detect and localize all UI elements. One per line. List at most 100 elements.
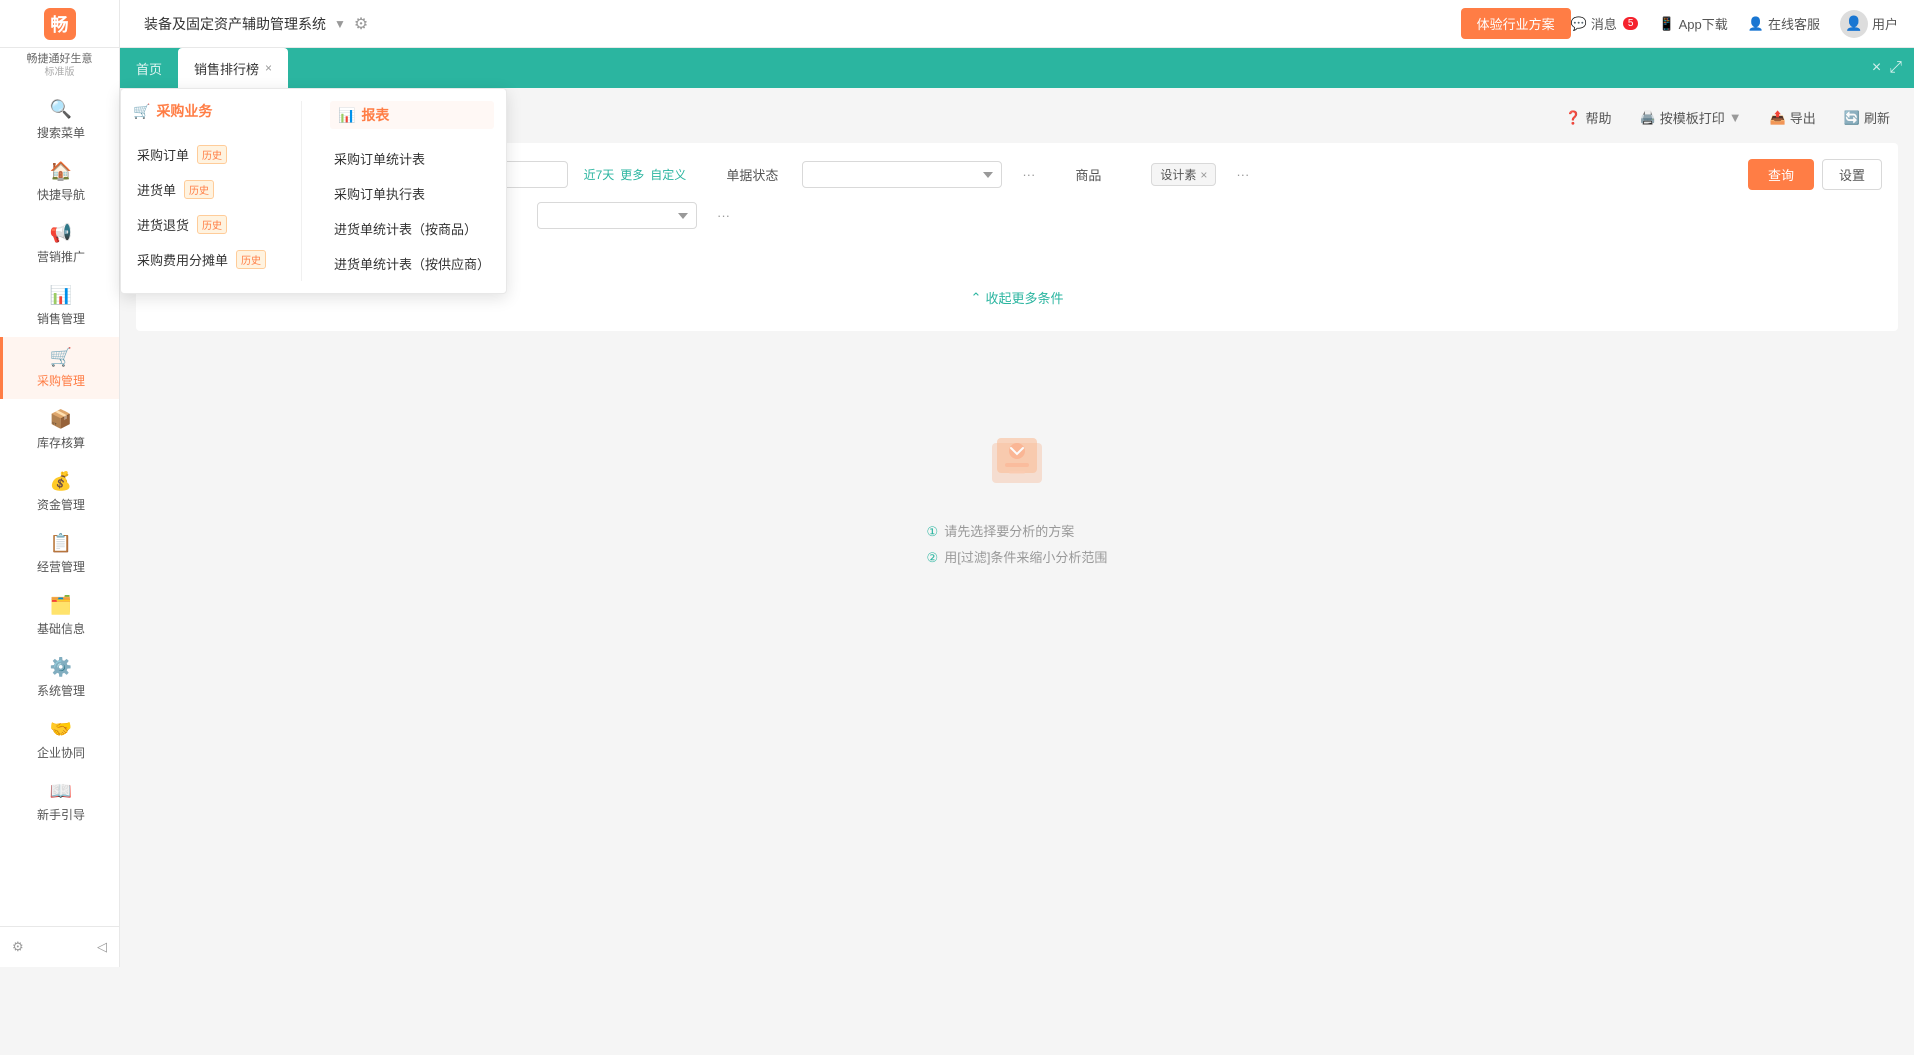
top-header: 装备及固定资产辅助管理系统 ▼ ⚙ 体验行业方案 💬 消息 5 📱 App下载 …	[120, 0, 1914, 48]
basic-icon: 🗂️	[50, 595, 72, 616]
status-filter-label: 单据状态	[726, 165, 786, 184]
header-app-download[interactable]: 📱 App下载	[1658, 14, 1727, 33]
goods-tag-close[interactable]: ×	[1200, 168, 1207, 182]
dropdown-report-col: 📊 报表 采购订单统计表 采购订单执行表 进货单统计表（按商品） 进货单统计表（…	[330, 101, 494, 281]
export-btn[interactable]: 📤 导出	[1762, 104, 1824, 131]
status-more-dots[interactable]: ···	[1022, 167, 1035, 182]
header-user[interactable]: 👤 用户	[1840, 10, 1898, 38]
sidebar: 畅 畅捷通好生意 标准版 🔍 搜索菜单 🏠 快捷导航 📢 营销推广 📊 销售管理…	[0, 0, 120, 967]
purchase-icon: 🛒	[50, 347, 72, 368]
export-icon: 📤	[1770, 110, 1786, 126]
logo-text: 畅捷通好生意 标准版	[0, 48, 119, 81]
col-divider	[301, 101, 302, 281]
dropdown-item-purchase-fee[interactable]: 采购费用分摊单 历史	[133, 242, 273, 277]
dropdown-menu: 🛒 采购业务 采购订单 历史 进货单 历史 进货退货 历史 采购费用分摊单 历史	[120, 88, 507, 294]
sidebar-item-enterprise[interactable]: 🤝 企业协同	[0, 709, 119, 771]
template-print-btn[interactable]: 🖨️ 按模板打印 ▼	[1632, 104, 1750, 131]
goods-more-dots[interactable]: ···	[1236, 167, 1249, 182]
sidebar-item-basic[interactable]: 🗂️ 基础信息	[0, 585, 119, 647]
sidebar-item-search[interactable]: 🔍 搜索菜单	[0, 89, 119, 151]
help-icon: ❓	[1565, 110, 1581, 126]
tab-sales-rank[interactable]: 销售排行榜 ×	[178, 48, 288, 88]
sidebar-item-sales[interactable]: 📊 销售管理	[0, 275, 119, 337]
phone-icon: 📱	[1658, 16, 1674, 32]
goods-tag: 设计素 ×	[1151, 163, 1216, 186]
tab-bar-actions: × ⤢	[1872, 59, 1914, 77]
purchase-col-icon: 🛒	[133, 103, 150, 120]
tab-close-all-icon[interactable]: ×	[1872, 59, 1881, 77]
sidebar-item-guide[interactable]: 📖 新手引导	[0, 771, 119, 833]
logo-area: 畅	[0, 0, 119, 48]
sidebar-item-finance[interactable]: 💰 资金管理	[0, 461, 119, 523]
header-right: 💬 消息 5 📱 App下载 👤 在线客服 👤 用户	[1571, 10, 1898, 38]
dropdown-item-purchase-order[interactable]: 采购订单 历史	[133, 137, 273, 172]
sidebar-bottom: ⚙ ◁	[0, 926, 119, 967]
shortcut-7days[interactable]: 近7天	[584, 166, 615, 183]
tab-expand-icon[interactable]: ⤢	[1889, 59, 1902, 77]
date-shortcuts: 近7天 更多 自定义	[584, 166, 687, 183]
marketing-icon: 📢	[50, 223, 72, 244]
sidebar-item-marketing[interactable]: 📢 营销推广	[0, 213, 119, 275]
service-icon: 👤	[1748, 16, 1764, 32]
logo-icon: 畅	[44, 8, 76, 40]
sidebar-item-system[interactable]: ⚙️ 系统管理	[0, 647, 119, 709]
dropdown-purchase-title: 🛒 采购业务	[133, 101, 273, 125]
inventory-icon: 📦	[50, 409, 72, 430]
history-tag-3: 历史	[236, 250, 266, 269]
history-tag-1: 历史	[184, 180, 214, 199]
system-title-text: 装备及固定资产辅助管理系统	[144, 14, 326, 34]
dropdown-item-purchase-order-exec[interactable]: 采购订单执行表	[330, 176, 494, 211]
system-icon: ⚙️	[50, 657, 72, 678]
print-icon: 🖨️	[1640, 110, 1656, 126]
system-settings-icon[interactable]: ⚙	[354, 14, 368, 34]
goods-filter-label: 商品	[1075, 165, 1135, 184]
sidebar-nav: 🔍 搜索菜单 🏠 快捷导航 📢 营销推广 📊 销售管理 🛒 采购管理 📦 库存核…	[0, 81, 119, 926]
settings-filter-btn[interactable]: 设置	[1822, 159, 1882, 190]
header-online-service[interactable]: 👤 在线客服	[1748, 14, 1820, 33]
home-icon: 🏠	[50, 161, 72, 182]
collapse-up-icon: ⌃	[971, 290, 982, 306]
history-tag-0: 历史	[197, 145, 227, 164]
guide-icon: 📖	[50, 781, 72, 802]
status-select[interactable]	[802, 161, 1002, 188]
sidebar-item-inventory[interactable]: 📦 库存核算	[0, 399, 119, 461]
finance-icon: 💰	[50, 471, 72, 492]
shortcut-more[interactable]: 更多	[620, 166, 644, 183]
system-dropdown-arrow[interactable]: ▼	[334, 17, 346, 31]
print-dropdown-icon: ▼	[1729, 110, 1742, 125]
history-tag-2: 历史	[197, 215, 227, 234]
collapse-sidebar-icon[interactable]: ◁	[97, 939, 107, 955]
industry-btn[interactable]: 体验行业方案	[1461, 8, 1571, 39]
dropdown-purchase-col: 🛒 采购业务 采购订单 历史 进货单 历史 进货退货 历史 采购费用分摊单 历史	[133, 101, 273, 281]
sales-icon: 📊	[50, 285, 72, 306]
report-col-icon: 📊	[338, 107, 355, 124]
tab-home[interactable]: 首页	[120, 48, 178, 88]
dropdown-report-title: 📊 报表	[330, 101, 494, 129]
empty-tips: ① 请先选择要分析的方案 ② 用[过滤]条件来缩小分析范围	[927, 519, 1108, 571]
settings-bottom-icon[interactable]: ⚙	[12, 939, 24, 955]
dropdown-overlay: 🛒 采购业务 采购订单 历史 进货单 历史 进货退货 历史 采购费用分摊单 历史	[120, 88, 507, 294]
search-icon: 🔍	[50, 99, 72, 120]
dropdown-item-goods-stat-by-goods[interactable]: 进货单统计表（按商品）	[330, 211, 494, 246]
tab-close-icon[interactable]: ×	[265, 61, 272, 75]
dropdown-item-goods-receipt[interactable]: 进货单 历史	[133, 172, 273, 207]
refresh-btn[interactable]: 🔄 刷新	[1836, 104, 1898, 131]
sidebar-item-operations[interactable]: 📋 经营管理	[0, 523, 119, 585]
help-btn[interactable]: ❓ 帮助	[1557, 104, 1619, 131]
salesperson-more-dots[interactable]: ···	[717, 208, 730, 223]
shortcut-custom[interactable]: 自定义	[650, 166, 686, 183]
sidebar-item-purchase[interactable]: 🛒 采购管理	[0, 337, 119, 399]
salesperson-select[interactable]	[537, 202, 697, 229]
dropdown-item-goods-return[interactable]: 进货退货 历史	[133, 207, 273, 242]
dropdown-item-purchase-order-stat[interactable]: 采购订单统计表	[330, 141, 494, 176]
system-title-area: 装备及固定资产辅助管理系统 ▼ ⚙	[144, 14, 1449, 34]
query-btn[interactable]: 查询	[1748, 159, 1814, 190]
header-messages[interactable]: 💬 消息 5	[1571, 14, 1639, 33]
message-badge: 5	[1623, 17, 1639, 30]
message-icon: 💬	[1571, 16, 1587, 32]
user-avatar: 👤	[1840, 10, 1868, 38]
sidebar-item-quick-nav[interactable]: 🏠 快捷导航	[0, 151, 119, 213]
refresh-icon: 🔄	[1844, 110, 1860, 126]
dropdown-item-goods-stat-by-supplier[interactable]: 进货单统计表（按供应商）	[330, 246, 494, 281]
tab-bar: 首页 销售排行榜 × × ⤢	[120, 48, 1914, 88]
